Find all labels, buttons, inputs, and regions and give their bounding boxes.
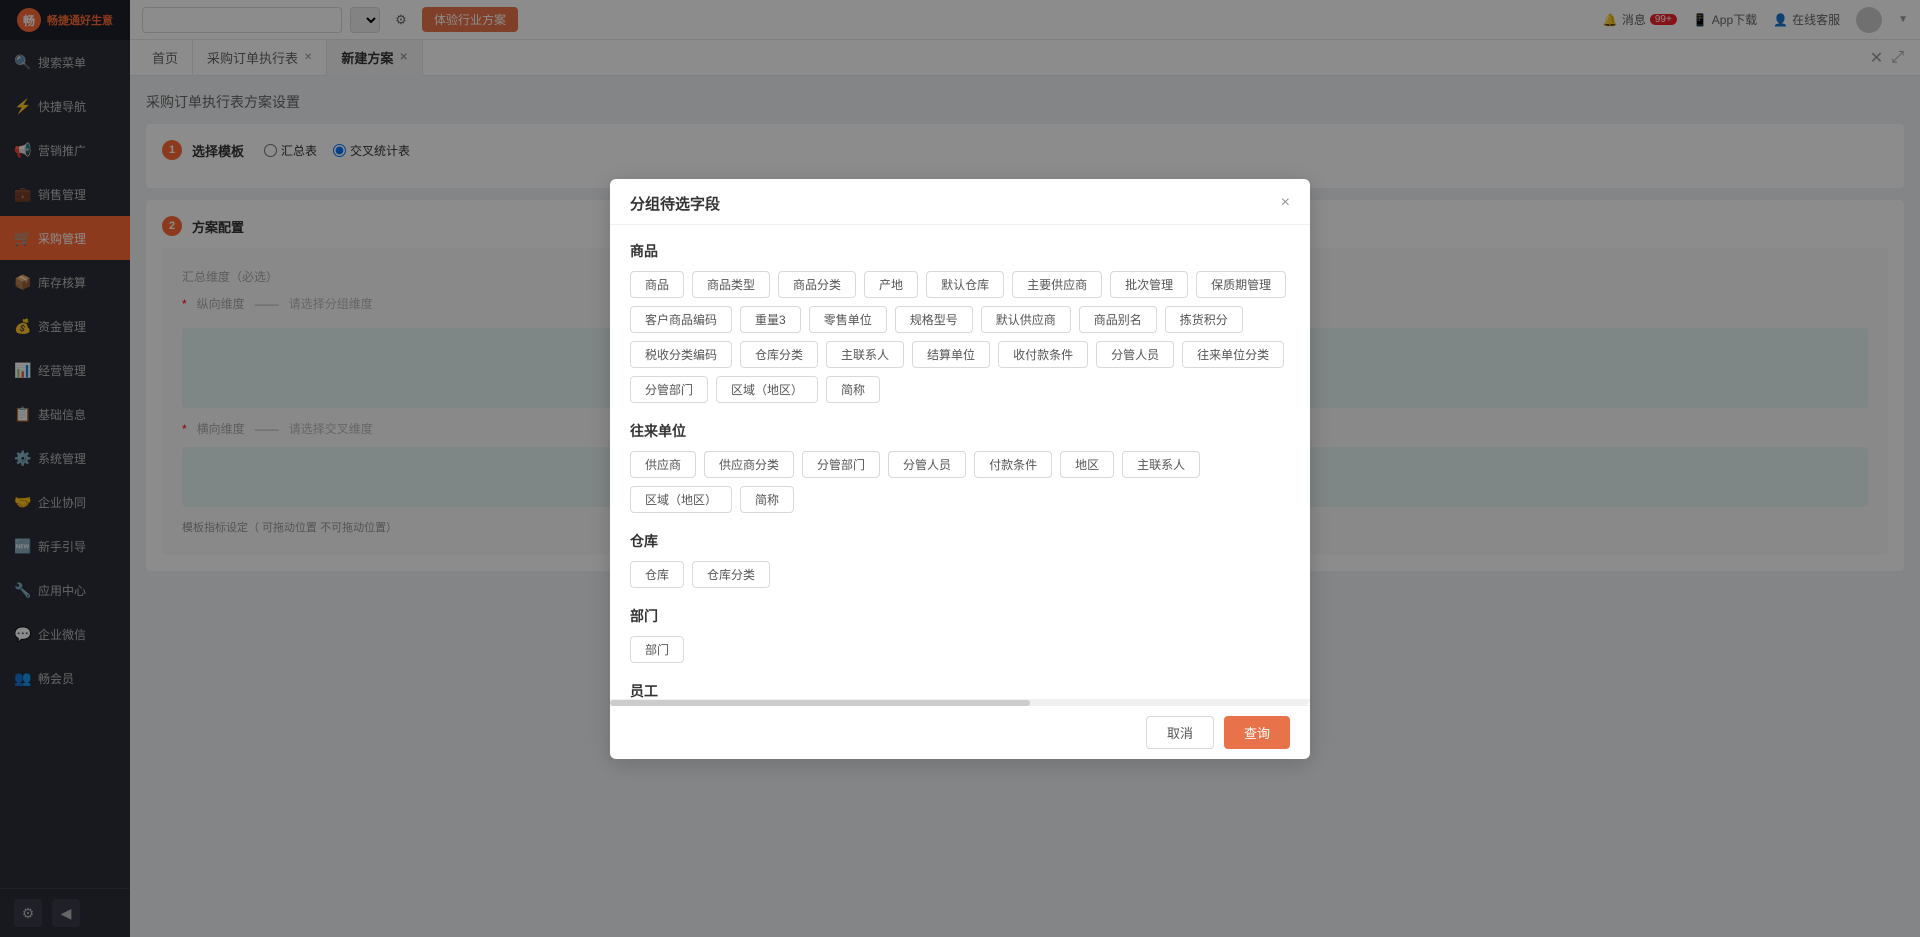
field-tag-0-22[interactable]: 分管部门 bbox=[630, 376, 708, 403]
field-group-1: 往来单位供应商供应商分类分管部门分管人员付款条件地区主联系人区域（地区） 简称 bbox=[630, 421, 1290, 513]
field-tag-1-3[interactable]: 分管人员 bbox=[888, 451, 966, 478]
field-tag-0-14[interactable]: 拣货积分 bbox=[1165, 306, 1243, 333]
field-select-modal: 分组待选字段 × 商品商品商品类型商品分类产地默认仓库主要供应商批次管理保质期管… bbox=[610, 179, 1310, 759]
field-tags-1: 供应商供应商分类分管部门分管人员付款条件地区主联系人区域（地区） 简称 bbox=[630, 451, 1290, 513]
field-tag-1-7[interactable]: 区域（地区） bbox=[630, 486, 732, 513]
field-tag-0-21[interactable]: 往来单位分类 bbox=[1182, 341, 1284, 368]
field-tag-0-12[interactable]: 默认供应商 bbox=[981, 306, 1071, 333]
field-tag-1-2[interactable]: 分管部门 bbox=[802, 451, 880, 478]
field-tag-0-15[interactable]: 税收分类编码 bbox=[630, 341, 732, 368]
modal-close-btn[interactable]: × bbox=[1281, 195, 1290, 211]
cancel-button[interactable]: 取消 bbox=[1146, 716, 1214, 749]
field-tag-0-11[interactable]: 规格型号 bbox=[895, 306, 973, 333]
field-group-3: 部门部门 bbox=[630, 606, 1290, 663]
field-tag-0-9[interactable]: 重量3 bbox=[740, 306, 801, 333]
field-tag-0-2[interactable]: 商品分类 bbox=[778, 271, 856, 298]
field-group-0: 商品商品商品类型商品分类产地默认仓库主要供应商批次管理保质期管理客户商品编码重量… bbox=[630, 241, 1290, 403]
field-tag-0-0[interactable]: 商品 bbox=[630, 271, 684, 298]
field-tag-0-8[interactable]: 客户商品编码 bbox=[630, 306, 732, 333]
field-tag-1-5[interactable]: 地区 bbox=[1060, 451, 1114, 478]
field-tag-0-6[interactable]: 批次管理 bbox=[1110, 271, 1188, 298]
field-tag-2-1[interactable]: 仓库分类 bbox=[692, 561, 770, 588]
field-tag-0-13[interactable]: 商品别名 bbox=[1079, 306, 1157, 333]
field-group-title-0: 商品 bbox=[630, 241, 1290, 261]
field-tags-0: 商品商品类型商品分类产地默认仓库主要供应商批次管理保质期管理客户商品编码重量3 零… bbox=[630, 271, 1290, 403]
modal-body: 商品商品商品类型商品分类产地默认仓库主要供应商批次管理保质期管理客户商品编码重量… bbox=[610, 225, 1310, 699]
field-tag-0-3[interactable]: 产地 bbox=[864, 271, 918, 298]
modal-title: 分组待选字段 bbox=[630, 193, 720, 214]
field-tag-1-8[interactable]: 简称 bbox=[740, 486, 794, 513]
field-tag-1-6[interactable]: 主联系人 bbox=[1122, 451, 1200, 478]
field-tag-2-0[interactable]: 仓库 bbox=[630, 561, 684, 588]
modal-scroll-thumb bbox=[610, 700, 1030, 706]
field-group-4: 员工业务员 bbox=[630, 681, 1290, 699]
field-tag-0-19[interactable]: 收付款条件 bbox=[998, 341, 1088, 368]
field-tag-0-18[interactable]: 结算单位 bbox=[912, 341, 990, 368]
field-tag-0-4[interactable]: 默认仓库 bbox=[926, 271, 1004, 298]
field-group-title-3: 部门 bbox=[630, 606, 1290, 626]
field-group-2: 仓库仓库仓库分类 bbox=[630, 531, 1290, 588]
field-tag-0-5[interactable]: 主要供应商 bbox=[1012, 271, 1102, 298]
field-tag-1-0[interactable]: 供应商 bbox=[630, 451, 696, 478]
field-tag-1-1[interactable]: 供应商分类 bbox=[704, 451, 794, 478]
field-group-title-4: 员工 bbox=[630, 681, 1290, 699]
field-tag-0-17[interactable]: 主联系人 bbox=[826, 341, 904, 368]
field-tag-0-1[interactable]: 商品类型 bbox=[692, 271, 770, 298]
modal-scroll-track bbox=[610, 699, 1310, 705]
field-tags-3: 部门 bbox=[630, 636, 1290, 663]
field-tag-1-4[interactable]: 付款条件 bbox=[974, 451, 1052, 478]
confirm-button[interactable]: 查询 bbox=[1224, 716, 1290, 749]
field-group-title-2: 仓库 bbox=[630, 531, 1290, 551]
field-tag-0-20[interactable]: 分管人员 bbox=[1096, 341, 1174, 368]
modal-backdrop[interactable]: 分组待选字段 × 商品商品商品类型商品分类产地默认仓库主要供应商批次管理保质期管… bbox=[0, 0, 1920, 937]
field-tags-2: 仓库仓库分类 bbox=[630, 561, 1290, 588]
field-tag-0-24[interactable]: 简称 bbox=[826, 376, 880, 403]
field-group-title-1: 往来单位 bbox=[630, 421, 1290, 441]
field-tag-3-0[interactable]: 部门 bbox=[630, 636, 684, 663]
field-tag-0-7[interactable]: 保质期管理 bbox=[1196, 271, 1286, 298]
field-tag-0-10[interactable]: 零售单位 bbox=[809, 306, 887, 333]
field-tag-0-16[interactable]: 仓库分类 bbox=[740, 341, 818, 368]
field-tag-0-23[interactable]: 区域（地区） bbox=[716, 376, 818, 403]
modal-header: 分组待选字段 × bbox=[610, 179, 1310, 225]
modal-footer: 取消 查询 bbox=[610, 705, 1310, 759]
